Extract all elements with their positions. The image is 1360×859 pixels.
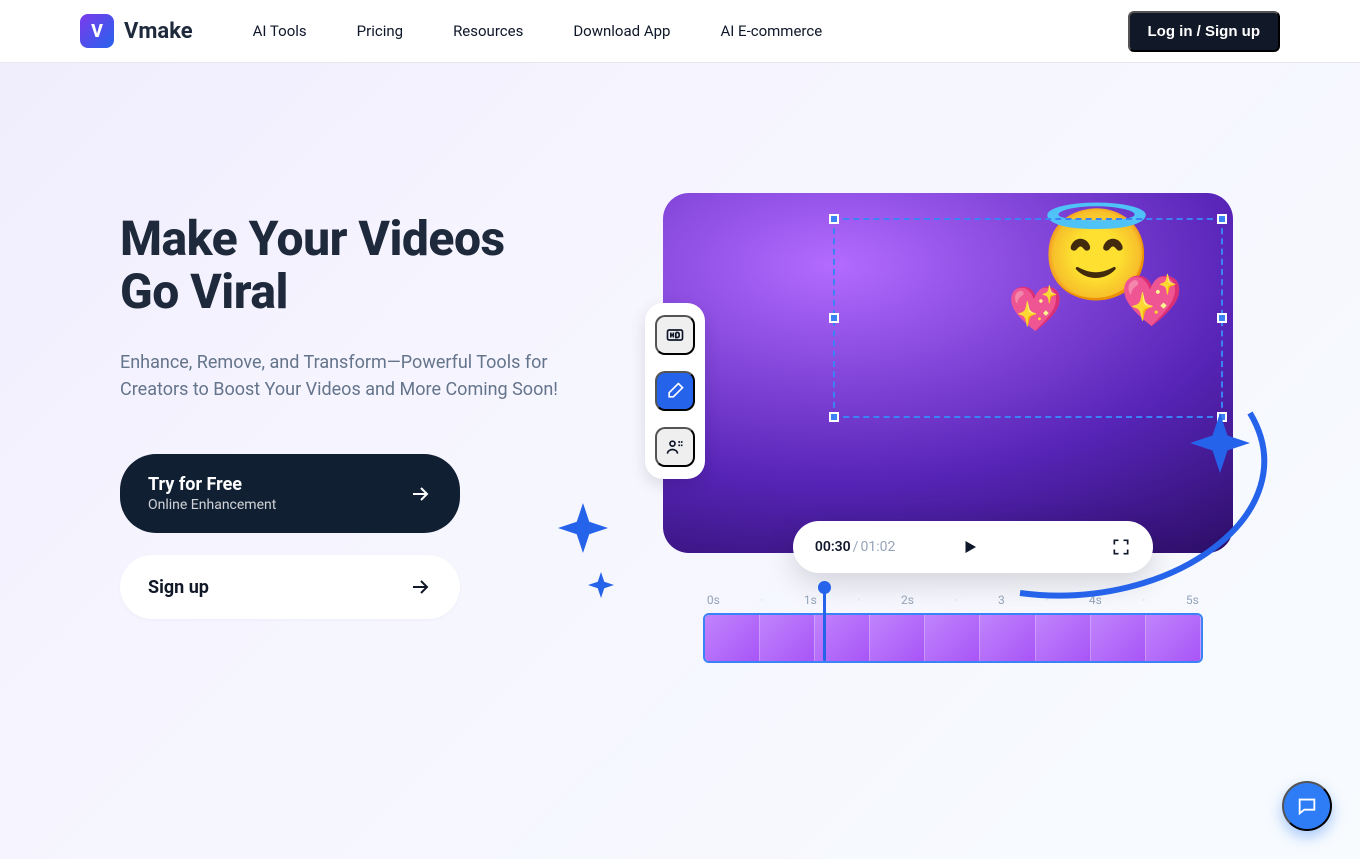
timeline[interactable]: 0s · 1s · 2s · 3 · 4s · 5s <box>703 593 1203 663</box>
time-separator: / <box>853 539 859 555</box>
time-current: 00:30 <box>815 539 851 555</box>
resize-handle[interactable] <box>829 214 839 224</box>
login-signup-button[interactable]: Log in / Sign up <box>1128 11 1280 52</box>
hero-title-line1: Make Your Videos <box>120 210 505 267</box>
top-header: V Vmake AI Tools Pricing Resources Downl… <box>0 0 1360 63</box>
brand-name: Vmake <box>124 19 193 44</box>
tick-dot: · <box>954 593 957 607</box>
eraser-icon <box>665 381 685 401</box>
timeline-frame <box>1146 615 1201 661</box>
tick-dot: · <box>857 593 860 607</box>
timeline-frame <box>925 615 980 661</box>
sparkle-icon <box>558 503 608 553</box>
playhead-handle[interactable] <box>823 589 826 661</box>
cta-secondary-title: Sign up <box>148 577 209 598</box>
arrow-right-icon <box>408 575 432 599</box>
nav-resources[interactable]: Resources <box>453 22 523 40</box>
timeline-frames <box>703 613 1203 663</box>
tool-dock <box>645 303 705 479</box>
hero-title-line2: Go Viral <box>120 263 288 320</box>
main-nav: AI Tools Pricing Resources Download App … <box>253 22 1128 40</box>
tick-dot: · <box>760 593 763 607</box>
swoosh-decoration <box>1010 383 1310 603</box>
person-icon <box>665 437 685 457</box>
hd-icon <box>665 325 685 345</box>
tick-label: 0s <box>707 593 720 607</box>
hero-subtitle: Enhance, Remove, and Transform—Powerful … <box>120 349 560 405</box>
timeline-frame <box>1036 615 1091 661</box>
cta-primary-title: Try for Free <box>148 474 276 495</box>
timeline-frame <box>760 615 815 661</box>
nav-ai-tools[interactable]: AI Tools <box>253 22 307 40</box>
timeline-frame <box>980 615 1035 661</box>
resize-handle[interactable] <box>1217 313 1227 323</box>
cta-signup-button[interactable]: Sign up <box>120 555 460 619</box>
resize-handle[interactable] <box>829 412 839 422</box>
hd-tool-button[interactable] <box>655 315 695 355</box>
nav-pricing[interactable]: Pricing <box>357 22 403 40</box>
eraser-tool-button[interactable] <box>655 371 695 411</box>
editor-illustration: 😇 💖 💖 00:30 / 01:02 <box>623 153 1240 733</box>
play-icon[interactable] <box>961 538 979 556</box>
resize-handle[interactable] <box>1217 214 1227 224</box>
portrait-tool-button[interactable] <box>655 427 695 467</box>
logo-mark: V <box>80 14 114 48</box>
cta-primary-sub: Online Enhancement <box>148 497 276 513</box>
sparkle-icon <box>588 572 614 598</box>
timeline-frame <box>705 615 760 661</box>
tick-label: 1s <box>804 593 817 607</box>
arrow-right-icon <box>408 482 432 506</box>
brand-logo[interactable]: V Vmake <box>80 14 193 48</box>
chat-icon <box>1296 795 1318 817</box>
hero-section: Make Your Videos Go Viral Enhance, Remov… <box>0 63 1360 859</box>
time-total: 01:02 <box>860 539 895 555</box>
tick-label: 3 <box>998 593 1005 607</box>
hero-title: Make Your Videos Go Viral <box>120 213 583 319</box>
resize-handle[interactable] <box>829 313 839 323</box>
cta-try-free-button[interactable]: Try for Free Online Enhancement <box>120 454 460 533</box>
nav-ai-ecommerce[interactable]: AI E-commerce <box>720 22 822 40</box>
nav-download-app[interactable]: Download App <box>573 22 670 40</box>
timeline-frame <box>870 615 925 661</box>
timeline-frame <box>1091 615 1146 661</box>
tick-label: 2s <box>901 593 914 607</box>
chat-support-button[interactable] <box>1282 781 1332 831</box>
